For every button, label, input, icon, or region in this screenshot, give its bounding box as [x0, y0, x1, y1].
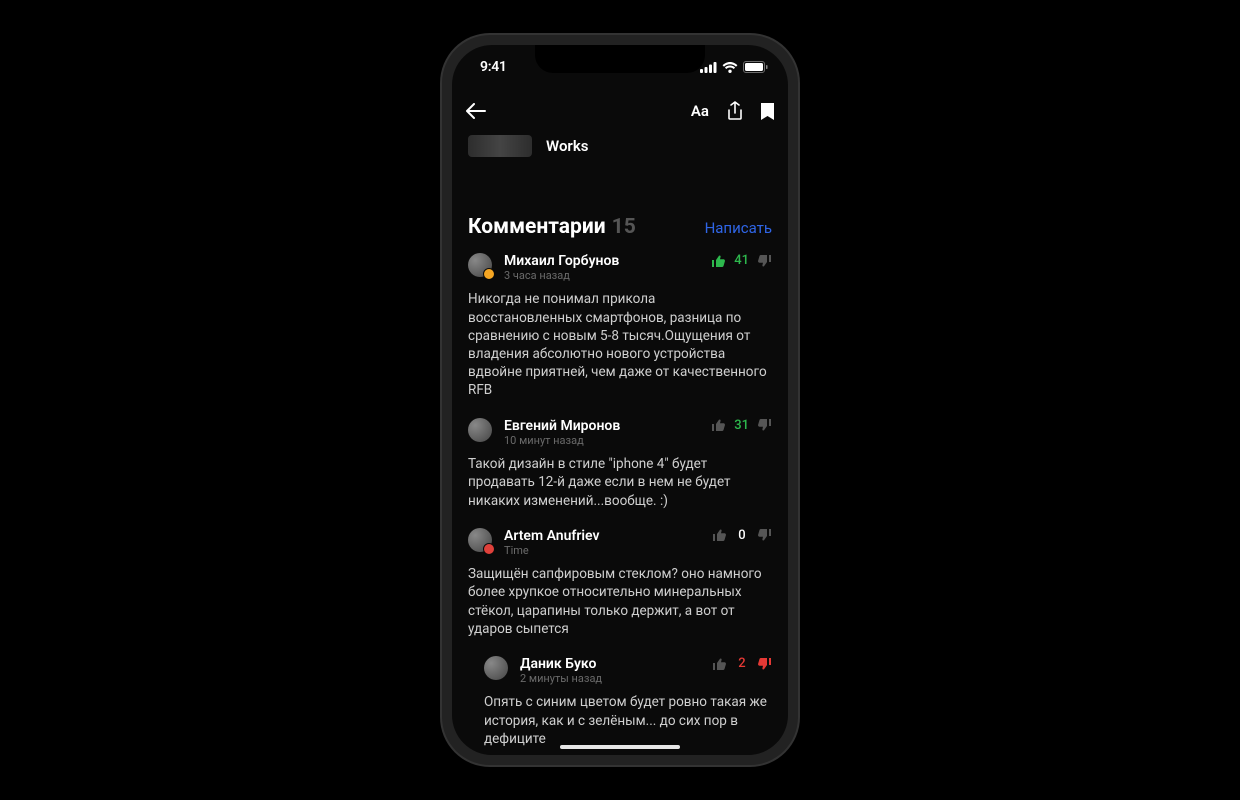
comment-item[interactable]: Artem AnufrievTime 0 Защищён сапфировым ст… [468, 528, 772, 638]
comment-timestamp: 3 часа назад [504, 269, 711, 283]
avatar[interactable] [468, 528, 492, 552]
comment-text: Такой дизайн в стиле "iphone 4" будет пр… [468, 455, 772, 510]
vote-count: 31 [734, 418, 749, 433]
home-indicator[interactable] [560, 745, 680, 749]
article-thumbnail [468, 135, 532, 157]
comment-text: Никогда не понимал прикола восстановленн… [468, 290, 772, 399]
vote-count: 41 [734, 253, 749, 268]
avatar[interactable] [468, 418, 492, 442]
avatar-badge [483, 268, 495, 280]
comment-timestamp: 10 минут назад [504, 434, 711, 448]
screen: 9:41 Aa [452, 45, 788, 755]
notch [535, 45, 705, 73]
vote-count: 0 [735, 528, 749, 543]
comment-author[interactable]: Artem Anufriev [504, 528, 712, 544]
downvote-button[interactable] [757, 528, 772, 542]
comment-item[interactable]: Евгений Миронов10 минут назад 31 Такой диз… [468, 418, 772, 510]
bookmark-button[interactable] [761, 103, 774, 120]
comment-text: Защищён сапфировым стеклом? оно намного … [468, 565, 772, 638]
status-indicators [700, 61, 768, 73]
upvote-button[interactable] [712, 528, 727, 542]
text-size-button[interactable]: Aa [691, 102, 709, 120]
battery-icon [743, 61, 768, 73]
article-header[interactable]: Works [452, 133, 788, 165]
downvote-button[interactable] [757, 657, 772, 671]
downvote-button[interactable] [757, 254, 772, 268]
vote-count: 2 [735, 656, 749, 671]
comments-title: Комментарии [468, 215, 606, 239]
upvote-button[interactable] [711, 418, 726, 432]
status-time: 9:41 [480, 59, 507, 75]
comments-header: Комментарии 15 Написать [452, 165, 788, 253]
comment-item[interactable]: Михаил Горбунов3 часа назад 41 Никогда не … [468, 253, 772, 400]
comments-list: Михаил Горбунов3 часа назад 41 Никогда не … [452, 253, 788, 755]
comment-timestamp: Time [504, 544, 712, 558]
avatar[interactable] [468, 253, 492, 277]
comments-count: 15 [612, 215, 636, 239]
article-title: Works [546, 137, 588, 155]
downvote-button[interactable] [757, 418, 772, 432]
nav-bar: Aa [452, 89, 788, 133]
write-comment-button[interactable]: Написать [705, 219, 772, 237]
wifi-icon [722, 62, 738, 73]
phone-frame: 9:41 Aa [442, 35, 798, 765]
upvote-button[interactable] [711, 254, 726, 268]
comment-item[interactable]: Даник Буко2 минуты назад 2 Опять с синим ц… [468, 656, 772, 748]
comment-author[interactable]: Евгений Миронов [504, 418, 711, 434]
upvote-button[interactable] [712, 657, 727, 671]
comment-timestamp: 2 минуты назад [520, 672, 712, 686]
avatar[interactable] [484, 656, 508, 680]
comment-text: Опять с синим цветом будет ровно такая ж… [484, 693, 772, 748]
comment-author[interactable]: Даник Буко [520, 656, 712, 672]
share-button[interactable] [727, 101, 743, 121]
avatar-badge [483, 543, 495, 555]
comment-author[interactable]: Михаил Горбунов [504, 253, 711, 269]
back-button[interactable] [466, 103, 486, 119]
